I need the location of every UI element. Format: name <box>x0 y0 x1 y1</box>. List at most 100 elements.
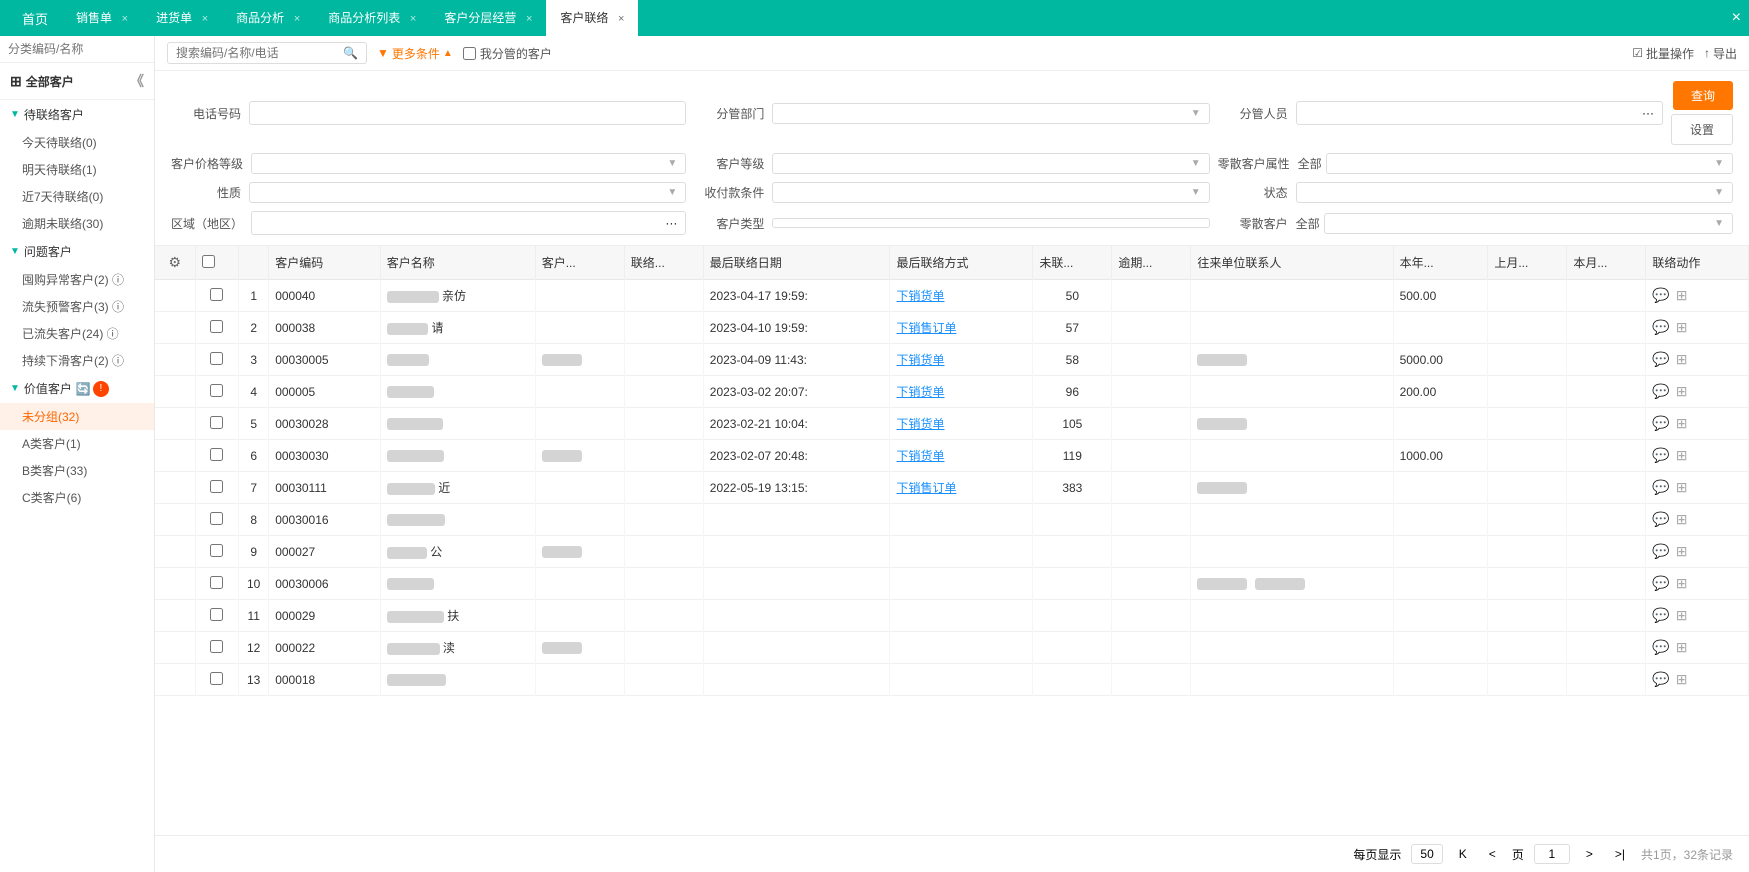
message-icon[interactable]: 💬 <box>1652 543 1669 560</box>
close-tab-4-icon[interactable]: × <box>526 13 532 25</box>
grid-action-icon[interactable]: ⊞ <box>1676 319 1688 336</box>
row-select-checkbox[interactable] <box>210 512 223 525</box>
contact-method-link[interactable]: 下销货单 <box>896 417 944 431</box>
row-select-checkbox[interactable] <box>210 352 223 365</box>
price-level-select[interactable]: ▼ <box>251 153 686 174</box>
grid-action-icon[interactable]: ⊞ <box>1676 415 1688 432</box>
contact-method-link[interactable]: 下销货单 <box>896 353 944 367</box>
nav-tab-purchase[interactable]: 进货单 × <box>142 0 222 36</box>
nav-tab-customer-tier[interactable]: 客户分层经营 × <box>430 0 546 36</box>
table-settings-icon[interactable]: ⚙ <box>155 246 195 280</box>
grid-action-icon[interactable]: ⊞ <box>1676 351 1688 368</box>
row-checkbox[interactable] <box>195 568 239 600</box>
row-select-checkbox[interactable] <box>210 448 223 461</box>
nav-tab-sales[interactable]: 销售单 × <box>62 0 142 36</box>
sidebar-group-value[interactable]: ▼ 价值客户 🔄 ! <box>0 374 154 403</box>
contact-method-link[interactable]: 下销货单 <box>896 449 944 463</box>
contact-method-link[interactable]: 下销售订单 <box>896 321 956 335</box>
message-icon[interactable]: 💬 <box>1652 383 1669 400</box>
nav-tab-customer-contact[interactable]: 客户联络 × <box>546 0 638 36</box>
message-icon[interactable]: 💬 <box>1652 447 1669 464</box>
manager-select[interactable]: ··· <box>1296 101 1663 125</box>
row-checkbox[interactable] <box>195 440 239 472</box>
contact-method-link[interactable]: 下销货单 <box>896 385 944 399</box>
filter-search-input[interactable] <box>176 46 343 60</box>
sidebar-item-7days[interactable]: 近7天待联络(0) <box>0 183 154 210</box>
next-page-btn[interactable]: > <box>1580 845 1599 863</box>
my-customers-checkbox-label[interactable]: 我分管的客户 <box>463 45 552 62</box>
col-this-year[interactable]: 本年... <box>1393 246 1488 280</box>
col-this-month[interactable]: 本月... <box>1567 246 1646 280</box>
row-select-checkbox[interactable] <box>210 576 223 589</box>
row-checkbox[interactable] <box>195 408 239 440</box>
row-checkbox[interactable] <box>195 472 239 504</box>
grid-action-icon[interactable]: ⊞ <box>1676 607 1688 624</box>
nav-tab-product-analysis[interactable]: 商品分析 × <box>222 0 314 36</box>
filter-search-icon[interactable]: 🔍 <box>343 46 358 60</box>
row-select-checkbox[interactable] <box>210 480 223 493</box>
row-select-checkbox[interactable] <box>210 384 223 397</box>
row-checkbox[interactable] <box>195 312 239 344</box>
row-select-checkbox[interactable] <box>210 320 223 333</box>
sidebar-item-tomorrow[interactable]: 明天待联络(1) <box>0 156 154 183</box>
close-tab-1-icon[interactable]: × <box>202 13 208 25</box>
col-last-method[interactable]: 最后联络方式 <box>890 246 1033 280</box>
row-select-checkbox[interactable] <box>210 544 223 557</box>
message-icon[interactable]: 💬 <box>1652 319 1669 336</box>
message-icon[interactable]: 💬 <box>1652 415 1669 432</box>
region-select[interactable]: ··· <box>251 211 686 235</box>
col-last-date[interactable]: 最后联络日期 <box>703 246 890 280</box>
reset-button[interactable]: 设置 <box>1671 114 1733 145</box>
close-tab-5-icon[interactable]: × <box>618 13 624 25</box>
export-btn[interactable]: ↑ 导出 <box>1704 45 1737 62</box>
grid-action-icon[interactable]: ⊞ <box>1676 447 1688 464</box>
last-page-btn[interactable]: >| <box>1609 845 1631 863</box>
row-checkbox[interactable] <box>195 344 239 376</box>
grid-action-icon[interactable]: ⊞ <box>1676 287 1688 304</box>
query-button[interactable]: 查询 <box>1673 81 1733 110</box>
page-size-select[interactable]: 50 <box>1411 844 1442 864</box>
close-tab-3-icon[interactable]: × <box>410 13 416 25</box>
sidebar-item-churned[interactable]: 已流失客户(24) ⓘ <box>0 320 154 347</box>
nav-tab-product-list[interactable]: 商品分析列表 × <box>314 0 430 36</box>
col-name[interactable]: 客户名称 <box>380 246 535 280</box>
batch-operation-btn[interactable]: ☑ 批量操作 <box>1632 45 1694 62</box>
row-select-checkbox[interactable] <box>210 288 223 301</box>
grid-action-icon[interactable]: ⊞ <box>1676 479 1688 496</box>
sidebar-item-class-c[interactable]: C类客户(6) <box>0 484 154 511</box>
page-number-input[interactable] <box>1534 844 1570 864</box>
col-code[interactable]: 客户编码 <box>269 246 381 280</box>
sidebar-item-ungrouped[interactable]: 未分组(32) <box>0 403 154 430</box>
status-select[interactable]: ▼ <box>1296 182 1733 203</box>
col-unit-contact[interactable]: 往来单位联系人 <box>1191 246 1393 280</box>
grid-action-icon[interactable]: ⊞ <box>1676 383 1688 400</box>
sidebar-item-declining[interactable]: 持续下滑客户(2) ⓘ <box>0 347 154 374</box>
contact-method-link[interactable]: 下销货单 <box>896 289 944 303</box>
nature-select[interactable]: ▼ <box>249 182 686 203</box>
close-tab-2-icon[interactable]: × <box>294 13 300 25</box>
row-checkbox[interactable] <box>195 376 239 408</box>
first-page-btn[interactable]: K <box>1453 845 1473 863</box>
customer-type-select[interactable] <box>772 218 1209 228</box>
message-icon[interactable]: 💬 <box>1652 479 1669 496</box>
row-checkbox[interactable] <box>195 504 239 536</box>
message-icon[interactable]: 💬 <box>1652 639 1669 656</box>
sidebar-group-pending[interactable]: ▼ 待联络客户 <box>0 100 154 129</box>
scattered-attr-select[interactable]: ▼ <box>1326 153 1733 174</box>
col-level[interactable]: 客户... <box>535 246 624 280</box>
col-overdue[interactable]: 逾期... <box>1112 246 1191 280</box>
sidebar-item-overdue[interactable]: 逾期未联络(30) <box>0 210 154 237</box>
nav-home[interactable]: 首页 <box>8 9 62 28</box>
row-checkbox[interactable] <box>195 632 239 664</box>
phone-input[interactable] <box>249 101 686 125</box>
message-icon[interactable]: 💬 <box>1652 511 1669 528</box>
grid-action-icon[interactable]: ⊞ <box>1676 575 1688 592</box>
sidebar-item-hoarding[interactable]: 囤购异常客户(2) ⓘ <box>0 266 154 293</box>
close-tab-0-icon[interactable]: × <box>122 13 128 25</box>
message-icon[interactable]: 💬 <box>1652 671 1669 688</box>
dept-select[interactable]: ▼ <box>772 103 1209 124</box>
customer-level-select[interactable]: ▼ <box>772 153 1209 174</box>
payment-select[interactable]: ▼ <box>772 182 1209 203</box>
my-customers-checkbox[interactable] <box>463 47 476 60</box>
message-icon[interactable]: 💬 <box>1652 351 1669 368</box>
